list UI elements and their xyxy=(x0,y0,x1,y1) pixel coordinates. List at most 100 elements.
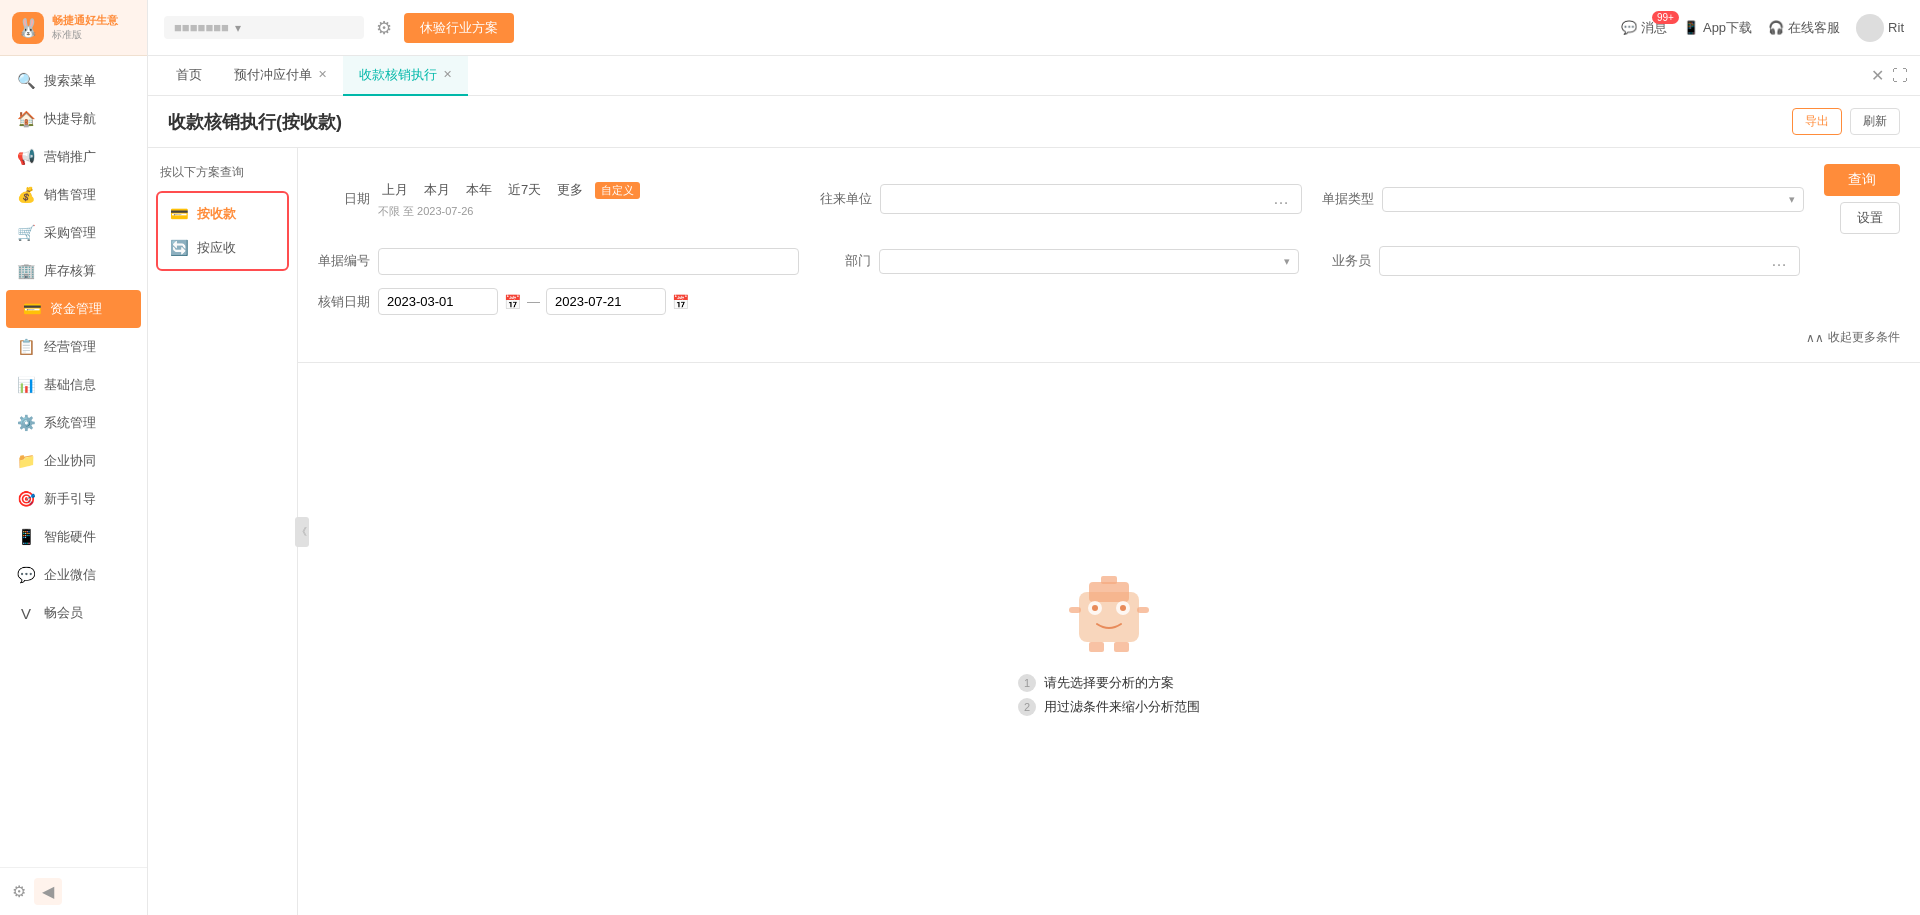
header-search-text: ■■■■■■■ xyxy=(174,20,229,35)
doc-no-label: 单据编号 xyxy=(318,252,370,270)
staff-input[interactable]: … xyxy=(1379,246,1800,276)
svg-rect-8 xyxy=(1137,607,1149,613)
sidebar-item-system[interactable]: ⚙️ 系统管理 xyxy=(0,404,147,442)
sidebar-item-quick-nav[interactable]: 🏠 快捷导航 xyxy=(0,100,147,138)
user-avatar xyxy=(1856,14,1884,42)
verify-date-separator: — xyxy=(527,294,540,309)
sidebar-item-search[interactable]: 🔍 搜索菜单 xyxy=(0,62,147,100)
hardware-nav-icon: 📱 xyxy=(16,528,36,546)
sidebar-item-hardware[interactable]: 📱 智能硬件 xyxy=(0,518,147,556)
tab-home[interactable]: 首页 xyxy=(160,56,218,96)
content-body: 按以下方案查询 💳 按收款 🔄 按应收 《 xyxy=(148,148,1920,915)
svg-rect-7 xyxy=(1069,607,1081,613)
svg-rect-2 xyxy=(1101,576,1117,584)
verify-date-group: 📅 — 📅 xyxy=(378,288,689,315)
filter-by-receivable[interactable]: 🔄 按应收 xyxy=(158,231,287,265)
dept-field-row: 部门 ▾ xyxy=(819,249,1300,274)
app-download-button[interactable]: 📱 App下载 xyxy=(1683,19,1752,37)
sidebar-item-vip[interactable]: V 畅会员 xyxy=(0,594,147,632)
toggle-more-conditions[interactable]: ∧∧ 收起更多条件 xyxy=(318,323,1900,352)
sidebar-logo: 🐰 畅捷通好生意 标准版 xyxy=(0,0,147,56)
tab-close-prepay-icon[interactable]: ✕ xyxy=(318,68,327,81)
header-dropdown-icon[interactable]: ▾ xyxy=(235,21,241,35)
svg-rect-10 xyxy=(1114,642,1129,652)
settings-button[interactable]: 设置 xyxy=(1840,202,1900,234)
sidebar-item-guide[interactable]: 🎯 新手引导 xyxy=(0,480,147,518)
tab-receipt-verify[interactable]: 收款核销执行 ✕ xyxy=(343,56,468,96)
sidebar-item-inventory[interactable]: 🏢 库存核算 xyxy=(0,252,147,290)
tip-num-2: 2 xyxy=(1018,698,1036,716)
verify-date-label: 核销日期 xyxy=(318,293,370,311)
sidebar-item-sales[interactable]: 💰 销售管理 xyxy=(0,176,147,214)
sidebar-item-purchase[interactable]: 🛒 采购管理 xyxy=(0,214,147,252)
sidebar-item-wechat[interactable]: 💬 企业微信 xyxy=(0,556,147,594)
last-7-days-btn[interactable]: 近7天 xyxy=(504,179,545,201)
verify-date-field-row: 核销日期 📅 — 📅 xyxy=(318,288,689,315)
tab-prepay[interactable]: 预付冲应付单 ✕ xyxy=(218,56,343,96)
tab-close-receipt-icon[interactable]: ✕ xyxy=(443,68,452,81)
svg-rect-1 xyxy=(1089,582,1129,602)
tip-num-1: 1 xyxy=(1018,674,1036,692)
counterparty-label: 往来单位 xyxy=(820,190,872,208)
header-search-area[interactable]: ■■■■■■■ ▾ xyxy=(164,16,364,39)
svg-point-6 xyxy=(1120,605,1126,611)
user-profile-button[interactable]: Rit xyxy=(1856,14,1904,42)
app-edition: 标准版 xyxy=(52,28,118,42)
query-button[interactable]: 查询 xyxy=(1824,164,1900,196)
operations-nav-icon: 📋 xyxy=(16,338,36,356)
empty-tip-1: 1 请先选择要分析的方案 xyxy=(1018,674,1200,692)
staff-ellipsis-icon[interactable]: … xyxy=(1767,252,1791,270)
dept-dropdown-icon: ▾ xyxy=(1284,255,1290,268)
tab-expand-icon[interactable]: ⛶ xyxy=(1892,67,1908,85)
sidebar-item-funds[interactable]: 💳 资金管理 xyxy=(6,290,141,328)
last-month-btn[interactable]: 上月 xyxy=(378,179,412,201)
message-button[interactable]: 💬 消息 99+ xyxy=(1621,19,1667,37)
page-title: 收款核销执行(按收款) xyxy=(168,110,342,134)
enterprise-nav-icon: 📁 xyxy=(16,452,36,470)
filter-collapse-button[interactable]: 《 xyxy=(295,517,309,547)
filter-options-bordered: 💳 按收款 🔄 按应收 xyxy=(156,191,289,271)
this-year-btn[interactable]: 本年 xyxy=(462,179,496,201)
receipt-filter-icon: 💳 xyxy=(170,205,189,223)
system-nav-icon: ⚙️ xyxy=(16,414,36,432)
counterparty-ellipsis-icon[interactable]: … xyxy=(1269,190,1293,208)
sales-nav-icon: 💰 xyxy=(16,186,36,204)
doc-no-input[interactable] xyxy=(378,248,799,275)
dept-input[interactable]: ▾ xyxy=(879,249,1300,274)
more-date-btn[interactable]: 更多 xyxy=(553,179,587,201)
verify-date-start-input[interactable] xyxy=(378,288,498,315)
online-service-button[interactable]: 🎧 在线客服 xyxy=(1768,19,1840,37)
app-name: 畅捷通好生意 xyxy=(52,13,118,27)
main-area: ■■■■■■■ ▾ ⚙ 休验行业方案 💬 消息 99+ 📱 App下载 🎧 在线… xyxy=(148,0,1920,915)
refresh-button[interactable]: 刷新 xyxy=(1850,108,1900,135)
filter-by-receipt[interactable]: 💳 按收款 xyxy=(158,197,287,231)
doc-type-input[interactable]: ▾ xyxy=(1382,187,1804,212)
date-custom-badge[interactable]: 自定义 xyxy=(595,182,640,199)
header-gear-icon[interactable]: ⚙ xyxy=(376,17,392,39)
sidebar-footer: ⚙ ◀ xyxy=(0,867,147,915)
export-button[interactable]: 导出 xyxy=(1792,108,1842,135)
verify-date-end-calendar-icon[interactable]: 📅 xyxy=(672,294,689,310)
this-month-btn[interactable]: 本月 xyxy=(420,179,454,201)
message-badge: 99+ xyxy=(1652,11,1679,24)
sidebar-item-basics[interactable]: 📊 基础信息 xyxy=(0,366,147,404)
marketing-nav-icon: 📢 xyxy=(16,148,36,166)
settings-icon[interactable]: ⚙ xyxy=(12,882,26,901)
verify-date-start-calendar-icon[interactable]: 📅 xyxy=(504,294,521,310)
doc-type-dropdown-icon: ▾ xyxy=(1789,193,1795,206)
industry-solution-button[interactable]: 休验行业方案 xyxy=(404,13,514,43)
collapse-sidebar-button[interactable]: ◀ xyxy=(34,878,62,905)
sidebar-item-enterprise[interactable]: 📁 企业协同 xyxy=(0,442,147,480)
staff-label: 业务员 xyxy=(1319,252,1371,270)
date-limit-text: 不限 至 2023-07-26 xyxy=(378,204,800,219)
verify-date-end-input[interactable] xyxy=(546,288,666,315)
chevron-up-icon: ∧∧ xyxy=(1806,331,1824,345)
sidebar-item-operations[interactable]: 📋 经营管理 xyxy=(0,328,147,366)
counterparty-input[interactable]: … xyxy=(880,184,1302,214)
dept-label: 部门 xyxy=(819,252,871,270)
date-label: 日期 xyxy=(318,190,370,208)
sidebar-item-marketing[interactable]: 📢 营销推广 xyxy=(0,138,147,176)
doc-type-label: 单据类型 xyxy=(1322,190,1374,208)
tab-close-all-icon[interactable]: ✕ xyxy=(1871,66,1884,85)
date-quick-buttons: 上月 本月 本年 近7天 更多 自定义 xyxy=(378,179,800,201)
